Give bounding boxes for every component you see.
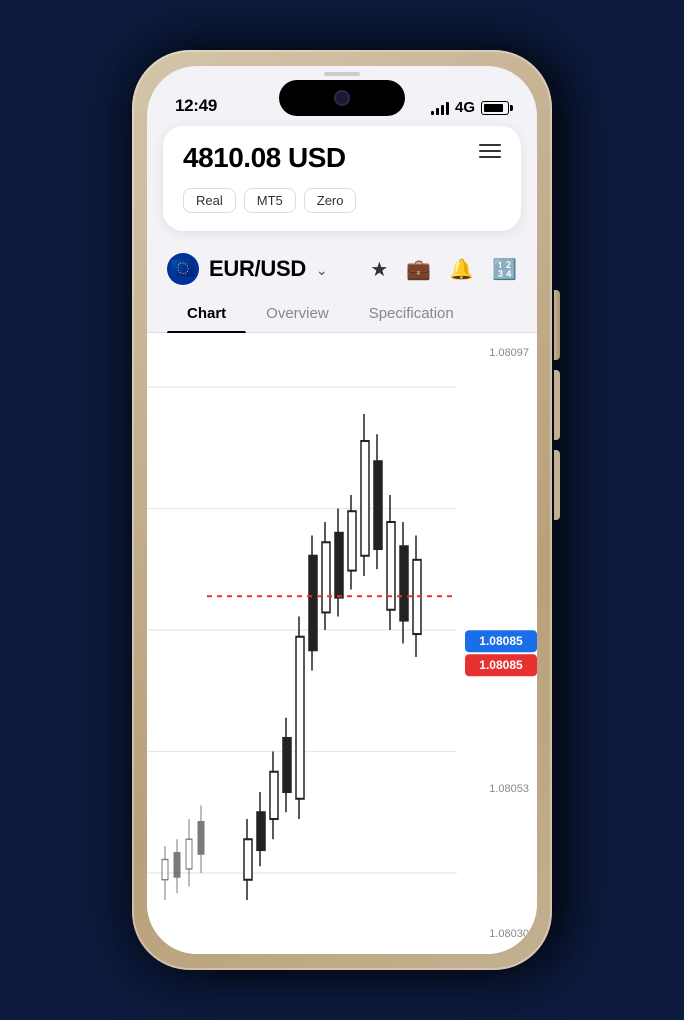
chart-area: 1.08097 1.08085 1.08075 1.08053 1.08030 …	[147, 333, 537, 954]
phone-screen: 12:49 4G 4810.08 USD	[147, 66, 537, 954]
ask-price-badge[interactable]: 1.08085	[465, 630, 537, 652]
phone-frame: 12:49 4G 4810.08 USD	[132, 50, 552, 970]
star-icon[interactable]: ★	[370, 257, 388, 282]
chevron-down-icon: ⌄	[316, 262, 328, 279]
signal-bars-icon	[431, 101, 449, 115]
dynamic-island	[279, 80, 405, 116]
bid-price-badge[interactable]: 1.08085	[465, 654, 537, 676]
tab-specification[interactable]: Specification	[349, 295, 474, 332]
status-icons: 4G	[431, 99, 509, 116]
pair-name: EUR/USD	[209, 256, 306, 282]
tag-zero[interactable]: Zero	[304, 188, 357, 213]
bell-icon[interactable]: 🔔	[449, 257, 474, 282]
pair-header: 🇪🇺 EUR/USD ⌄ ★ 💼 🔔 🔢	[147, 239, 537, 295]
network-label: 4G	[455, 99, 475, 116]
menu-button[interactable]	[479, 144, 501, 158]
briefcase-icon[interactable]: 💼	[406, 257, 431, 282]
account-card: 4810.08 USD Real MT5 Zero	[163, 126, 521, 231]
price-level-4: 1.08053	[489, 783, 529, 795]
tabs: Chart Overview Specification	[147, 295, 537, 333]
pair-selector[interactable]: 🇪🇺 EUR/USD ⌄	[167, 253, 328, 285]
tag-real[interactable]: Real	[183, 188, 236, 213]
tab-chart[interactable]: Chart	[167, 295, 246, 332]
price-level-1: 1.08097	[489, 347, 529, 359]
tab-overview[interactable]: Overview	[246, 295, 349, 332]
battery-icon	[481, 101, 509, 115]
price-level-5: 1.08030	[489, 928, 529, 940]
pair-actions: ★ 💼 🔔 🔢	[370, 257, 517, 282]
account-balance: 4810.08 USD	[183, 142, 501, 174]
calculator-icon[interactable]: 🔢	[492, 257, 517, 282]
status-time: 12:49	[175, 96, 217, 116]
tag-mt5[interactable]: MT5	[244, 188, 296, 213]
account-tags: Real MT5 Zero	[183, 188, 501, 213]
pair-flag: 🇪🇺	[167, 253, 199, 285]
price-badges: 1.08085 1.08085	[465, 630, 537, 676]
